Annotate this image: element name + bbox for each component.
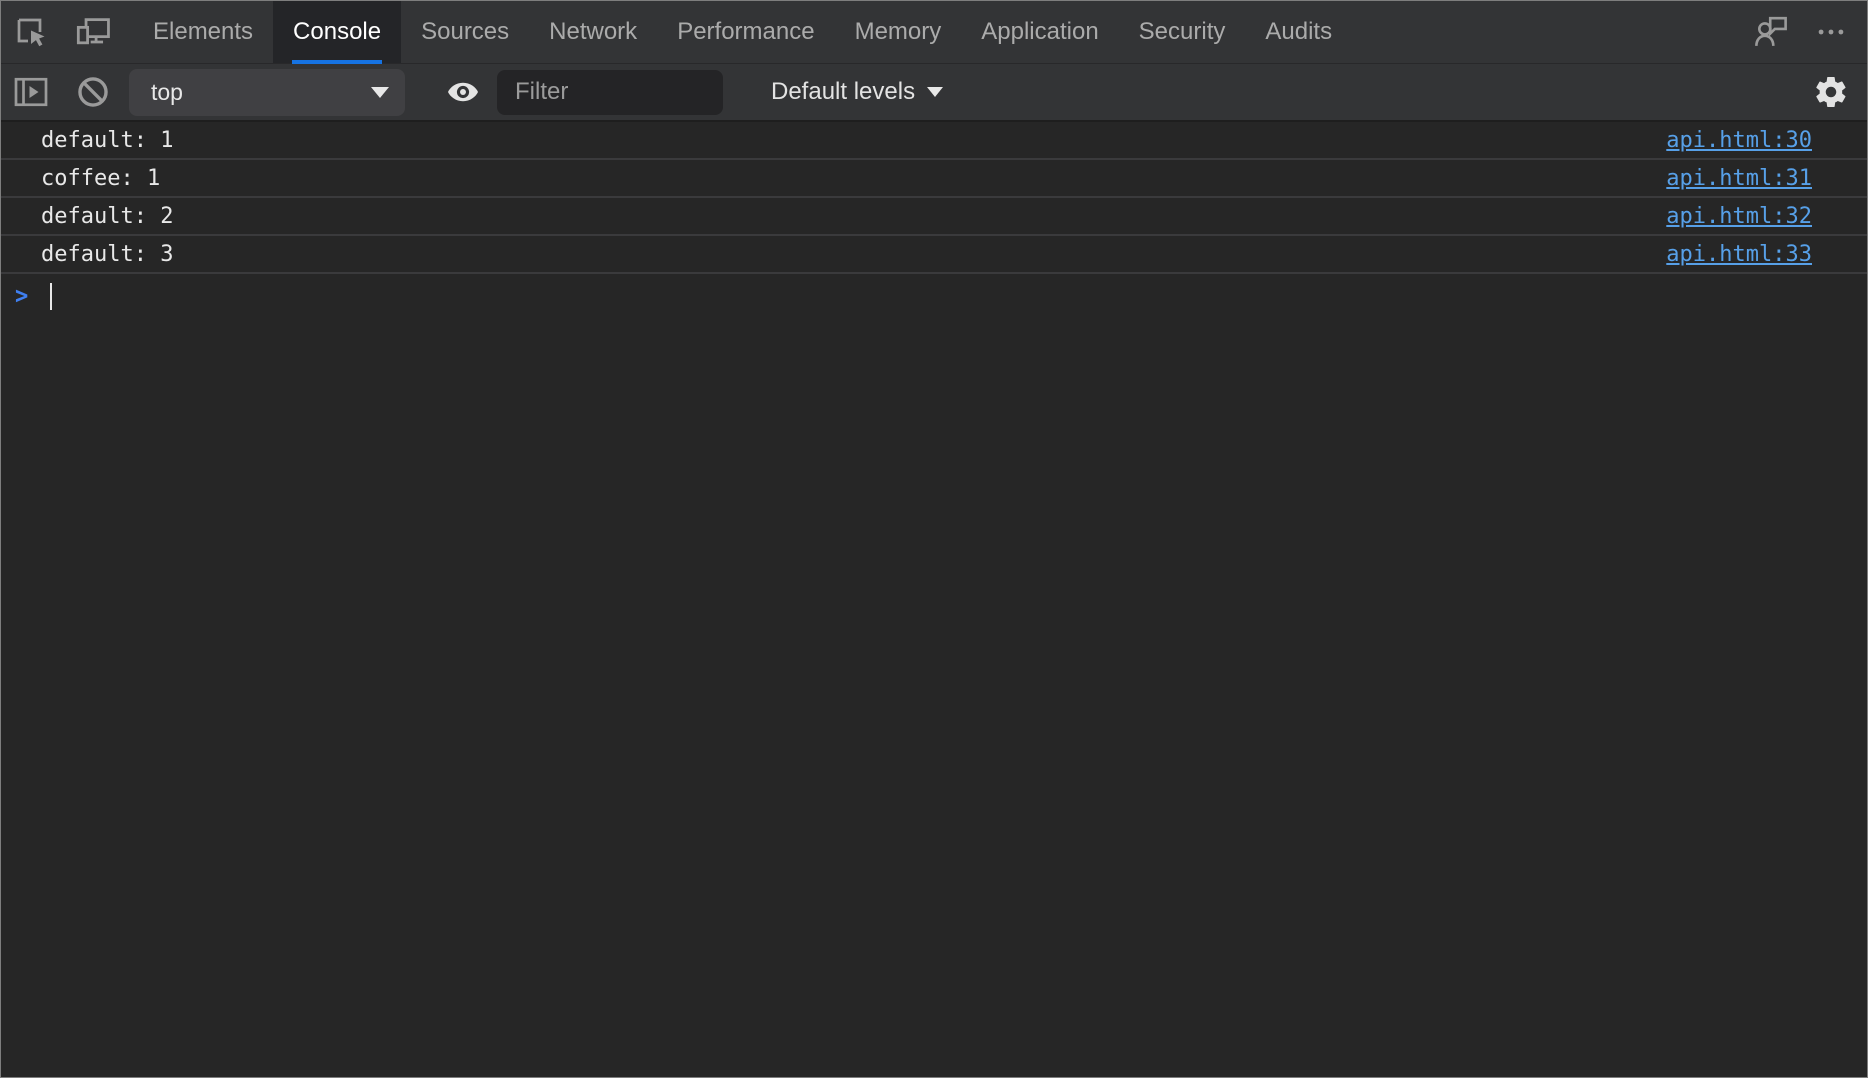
panel-tabs: Elements Console Sources Network Perform… — [133, 1, 1352, 63]
more-options-icon — [1814, 15, 1848, 49]
console-message-source-link[interactable]: api.html:31 — [1666, 166, 1812, 191]
console-rows: default: 1 api.html:30 coffee: 1 api.htm… — [1, 122, 1867, 274]
console-prompt[interactable]: > — [1, 274, 1867, 318]
tabbar-right-controls — [1733, 10, 1853, 54]
tab-application[interactable]: Application — [961, 1, 1118, 63]
feedback-button[interactable] — [1749, 10, 1793, 54]
console-messages-area[interactable]: default: 1 api.html:30 coffee: 1 api.htm… — [1, 122, 1867, 1077]
panel-tab-label: Memory — [855, 18, 942, 46]
panel-tab-label: Application — [981, 18, 1098, 46]
chevron-down-icon — [927, 87, 943, 97]
tab-memory[interactable]: Memory — [835, 1, 962, 63]
panel-tab-label: Audits — [1265, 18, 1332, 46]
inspect-element-button[interactable] — [9, 10, 53, 54]
show-console-sidebar-button[interactable] — [11, 72, 51, 112]
panel-tab-label: Network — [549, 18, 637, 46]
more-options-button[interactable] — [1809, 10, 1853, 54]
panel-tab-label: Security — [1139, 18, 1226, 46]
tab-console[interactable]: Console — [273, 1, 401, 63]
console-settings-button[interactable] — [1811, 72, 1851, 112]
console-message-text: coffee: 1 — [41, 166, 160, 191]
device-toolbar-icon — [74, 15, 112, 49]
clear-console-icon — [76, 75, 110, 109]
console-message-source-link[interactable]: api.html:30 — [1666, 128, 1812, 153]
console-message-row: default: 3 api.html:33 — [1, 236, 1867, 274]
javascript-context-select[interactable]: top — [129, 69, 405, 116]
text-cursor — [50, 283, 52, 310]
panel-tab-label: Sources — [421, 18, 509, 46]
console-message-source-link[interactable]: api.html:32 — [1666, 204, 1812, 229]
panel-tab-label: Elements — [153, 18, 253, 46]
console-sidebar-icon — [13, 76, 49, 108]
console-toolbar: top Default levels — [1, 64, 1867, 122]
tab-security[interactable]: Security — [1119, 1, 1246, 63]
toggle-device-toolbar-button[interactable] — [71, 10, 115, 54]
tab-sources[interactable]: Sources — [401, 1, 529, 63]
tab-elements[interactable]: Elements — [133, 1, 273, 63]
console-message-source-link[interactable]: api.html:33 — [1666, 242, 1812, 267]
inspect-icon — [13, 14, 49, 50]
settings-gear-icon — [1813, 74, 1849, 110]
console-message-row: default: 1 api.html:30 — [1, 122, 1867, 160]
javascript-context-value: top — [151, 79, 183, 106]
log-levels-select[interactable]: Default levels — [771, 78, 943, 106]
console-message-row: coffee: 1 api.html:31 — [1, 160, 1867, 198]
clear-console-button[interactable] — [73, 72, 113, 112]
console-message-text: default: 1 — [41, 128, 173, 153]
feedback-icon — [1751, 12, 1791, 52]
console-filter-input[interactable] — [497, 70, 723, 115]
tab-performance[interactable]: Performance — [657, 1, 834, 63]
chevron-down-icon — [371, 87, 389, 98]
console-message-text: default: 3 — [41, 242, 173, 267]
create-live-expression-button[interactable] — [443, 72, 483, 112]
panel-tab-label: Performance — [677, 18, 814, 46]
panel-tab-label: Console — [293, 18, 381, 46]
tab-network[interactable]: Network — [529, 1, 657, 63]
devtools-window: Elements Console Sources Network Perform… — [0, 0, 1868, 1078]
devtools-tabbar: Elements Console Sources Network Perform… — [1, 1, 1867, 64]
tab-audits[interactable]: Audits — [1245, 1, 1352, 63]
live-expression-eye-icon — [446, 75, 480, 109]
log-levels-label: Default levels — [771, 78, 915, 106]
prompt-chevron-icon: > — [15, 282, 28, 310]
console-message-row: default: 2 api.html:32 — [1, 198, 1867, 236]
console-message-text: default: 2 — [41, 204, 173, 229]
